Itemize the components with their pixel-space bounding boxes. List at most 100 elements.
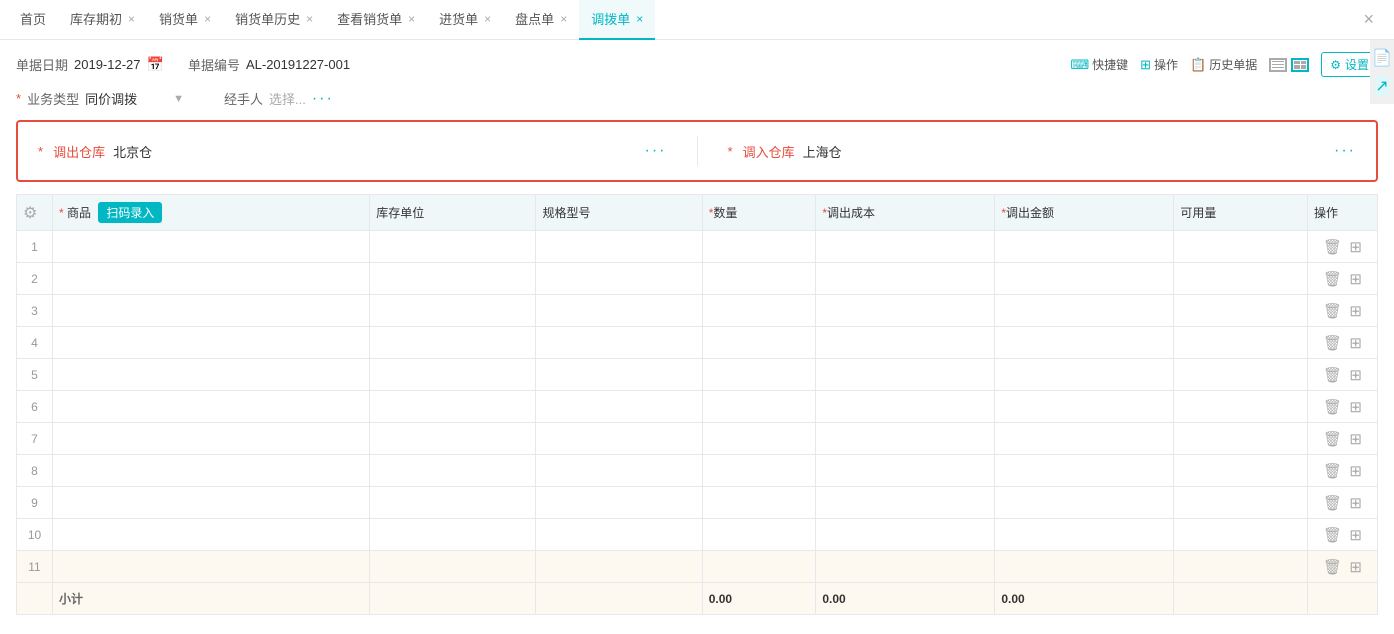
row-copy-icon-6[interactable]: ⊞ <box>1349 399 1362 416</box>
row-amount-10[interactable] <box>995 519 1174 551</box>
person-input[interactable]: 选择... <box>269 89 306 108</box>
row-cost-8[interactable] <box>816 455 995 487</box>
row-spec-5[interactable] <box>536 359 702 391</box>
row-product-3[interactable] <box>53 295 370 327</box>
row-cost-7[interactable] <box>816 423 995 455</box>
row-delete-icon[interactable]: 🗑 <box>1323 559 1342 576</box>
row-product-7[interactable] <box>53 423 370 455</box>
row-cost-1[interactable] <box>816 231 995 263</box>
row-delete-icon-7[interactable]: 🗑 <box>1323 431 1342 448</box>
scan-button[interactable]: 扫码录入 <box>98 202 162 223</box>
row-cost-3[interactable] <box>816 295 995 327</box>
sidebar-doc-icon[interactable]: 📄 <box>1372 48 1392 68</box>
row-quantity-6[interactable] <box>702 391 816 423</box>
row-quantity-10[interactable] <box>702 519 816 551</box>
row-copy-icon[interactable]: ⊞ <box>1349 559 1362 576</box>
shortcut-btn[interactable]: ⌨ 快捷键 <box>1070 56 1128 73</box>
tab-close-transfer[interactable]: × <box>636 12 643 26</box>
row-cost-5[interactable] <box>816 359 995 391</box>
tab-home[interactable]: 首页 <box>8 0 58 40</box>
close-main-button[interactable]: × <box>1351 9 1386 30</box>
row-copy-icon-3[interactable]: ⊞ <box>1349 303 1362 320</box>
person-more-icon[interactable]: ··· <box>312 90 334 108</box>
row-copy-icon-5[interactable]: ⊞ <box>1349 367 1362 384</box>
row-product-5[interactable] <box>53 359 370 391</box>
row-amount-8[interactable] <box>995 455 1174 487</box>
row-unit-3[interactable] <box>370 295 536 327</box>
row-product-2[interactable] <box>53 263 370 295</box>
row-spec-10[interactable] <box>536 519 702 551</box>
row-amount-2[interactable] <box>995 263 1174 295</box>
sidebar-expand-icon[interactable]: ↗ <box>1375 76 1388 96</box>
row-cost-2[interactable] <box>816 263 995 295</box>
tab-close-sales-history[interactable]: × <box>306 12 313 26</box>
row-product-6[interactable] <box>53 391 370 423</box>
tab-close-view-sales[interactable]: × <box>408 12 415 26</box>
row-quantity-8[interactable] <box>702 455 816 487</box>
row-amount-6[interactable] <box>995 391 1174 423</box>
tab-transfer[interactable]: 调拨单 × <box>579 0 655 40</box>
row-product-1[interactable] <box>53 231 370 263</box>
row-delete-icon-10[interactable]: 🗑 <box>1323 527 1342 544</box>
row-copy-icon-7[interactable]: ⊞ <box>1349 431 1362 448</box>
tab-close-purchase[interactable]: × <box>484 12 491 26</box>
layout-list-btn[interactable] <box>1269 58 1287 72</box>
row-copy-icon-4[interactable]: ⊞ <box>1349 335 1362 352</box>
layout-grid-btn[interactable] <box>1291 58 1309 72</box>
row-copy-icon-10[interactable]: ⊞ <box>1349 527 1362 544</box>
tab-view-sales[interactable]: 查看销货单 × <box>325 0 427 40</box>
row-product-8[interactable] <box>53 455 370 487</box>
warehouse-in-more-icon[interactable]: ··· <box>1334 142 1356 160</box>
row-quantity-7[interactable] <box>702 423 816 455</box>
row-copy-icon-2[interactable]: ⊞ <box>1349 271 1362 288</box>
row-spec-7[interactable] <box>536 423 702 455</box>
row-unit-6[interactable] <box>370 391 536 423</box>
row-amount-4[interactable] <box>995 327 1174 359</box>
row-quantity-5[interactable] <box>702 359 816 391</box>
tab-purchase[interactable]: 进货单 × <box>427 0 503 40</box>
tab-inventory-check[interactable]: 盘点单 × <box>503 0 579 40</box>
row-amount-1[interactable] <box>995 231 1174 263</box>
row-amount-5[interactable] <box>995 359 1174 391</box>
row-quantity-1[interactable] <box>702 231 816 263</box>
row-quantity-3[interactable] <box>702 295 816 327</box>
row-spec-8[interactable] <box>536 455 702 487</box>
row-spec-4[interactable] <box>536 327 702 359</box>
row-quantity-4[interactable] <box>702 327 816 359</box>
row-amount-3[interactable] <box>995 295 1174 327</box>
row-product-4[interactable] <box>53 327 370 359</box>
row-copy-icon-1[interactable]: ⊞ <box>1349 239 1362 256</box>
tab-close-inventory-check[interactable]: × <box>560 12 567 26</box>
row-cost-9[interactable] <box>816 487 995 519</box>
row-unit-1[interactable] <box>370 231 536 263</box>
row-spec-6[interactable] <box>536 391 702 423</box>
table-gear-icon[interactable]: ⚙ <box>23 205 37 222</box>
row-cost-4[interactable] <box>816 327 995 359</box>
biz-type-select[interactable]: 同价调拨 ▼ <box>85 89 184 108</box>
row-delete-icon-1[interactable]: 🗑 <box>1323 239 1342 256</box>
row-spec-3[interactable] <box>536 295 702 327</box>
tab-close-sales[interactable]: × <box>204 12 211 26</box>
row-delete-icon-9[interactable]: 🗑 <box>1323 495 1342 512</box>
row-spec-9[interactable] <box>536 487 702 519</box>
row-delete-icon-8[interactable]: 🗑 <box>1323 463 1342 480</box>
row-spec-1[interactable] <box>536 231 702 263</box>
warehouse-out-more-icon[interactable]: ··· <box>645 142 667 160</box>
row-spec-2[interactable] <box>536 263 702 295</box>
row-amount-9[interactable] <box>995 487 1174 519</box>
history-btn[interactable]: 📋 历史单据 <box>1190 56 1257 73</box>
row-quantity-9[interactable] <box>702 487 816 519</box>
tab-sales-history[interactable]: 销货单历史 × <box>223 0 325 40</box>
row-unit-7[interactable] <box>370 423 536 455</box>
row-cost-10[interactable] <box>816 519 995 551</box>
tab-sales[interactable]: 销货单 × <box>147 0 223 40</box>
row-delete-icon-4[interactable]: 🗑 <box>1323 335 1342 352</box>
row-delete-icon-3[interactable]: 🗑 <box>1323 303 1342 320</box>
row-delete-icon-5[interactable]: 🗑 <box>1323 367 1342 384</box>
row-unit-5[interactable] <box>370 359 536 391</box>
row-delete-icon-6[interactable]: 🗑 <box>1323 399 1342 416</box>
operation-btn[interactable]: ⊞ 操作 <box>1140 56 1178 73</box>
row-amount-7[interactable] <box>995 423 1174 455</box>
tab-inventory-init[interactable]: 库存期初 × <box>58 0 147 40</box>
row-unit-8[interactable] <box>370 455 536 487</box>
